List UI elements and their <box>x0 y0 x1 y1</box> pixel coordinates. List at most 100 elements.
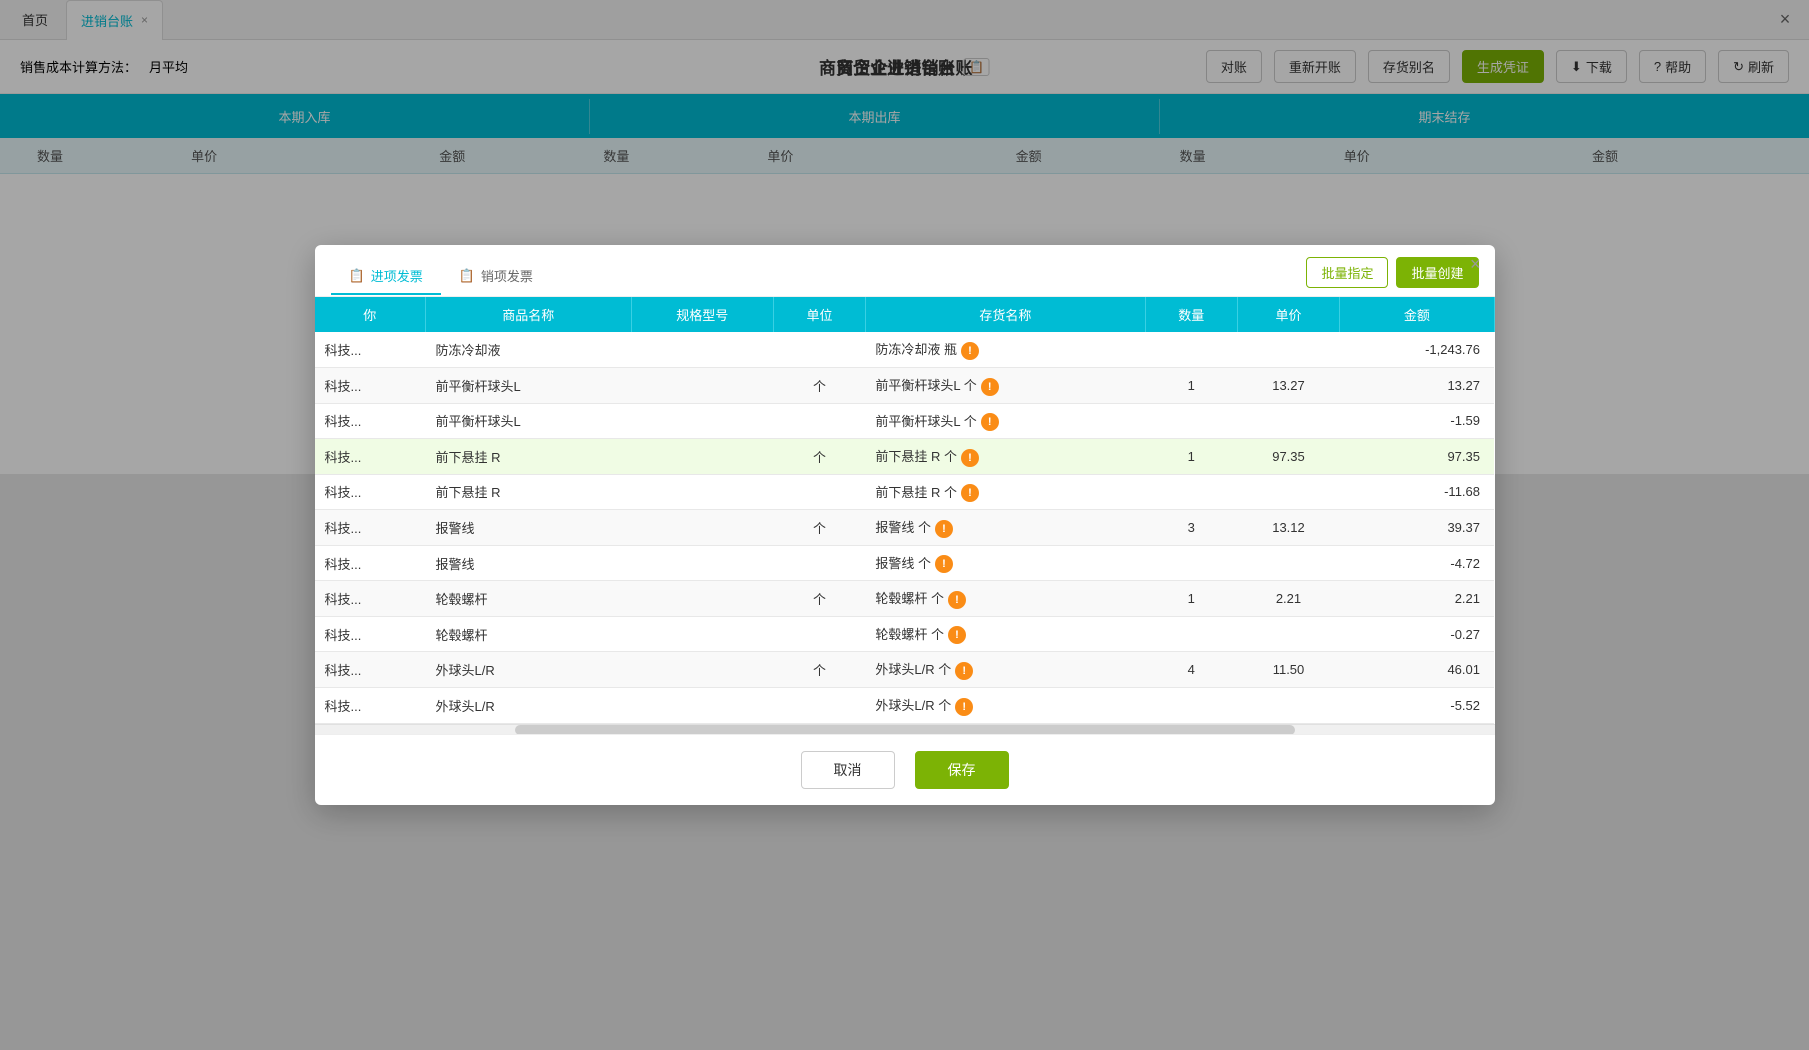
cell-spec <box>631 688 774 724</box>
tab2-label: 销项发票 <box>481 266 533 285</box>
col-header-unit: 单位 <box>774 297 866 332</box>
table-row: 科技... 前平衡杆球头L 前平衡杆球头L 个! -1.59 <box>315 403 1495 439</box>
cell-stock-name: 前平衡杆球头L 个! <box>865 367 1145 403</box>
warn-icon: ! <box>961 449 979 467</box>
cell-amount: -1,243.76 <box>1340 332 1494 367</box>
modal-overlay: 📋 进项发票 📋 销项发票 批量指定 批量创建 × 你 商品名称 规格型号 <box>0 0 1809 1050</box>
cell-stock-name: 外球头L/R 个! <box>865 688 1145 724</box>
tab-sales-invoice[interactable]: 📋 销项发票 <box>441 258 551 295</box>
cancel-button[interactable]: 取消 <box>801 751 895 789</box>
save-button[interactable]: 保存 <box>915 751 1009 789</box>
cell-qty <box>1145 332 1237 367</box>
cell-spec <box>631 581 774 617</box>
cell-qty <box>1145 545 1237 581</box>
tab1-label: 进项发票 <box>371 266 423 285</box>
col-header-amount: 金额 <box>1340 297 1494 332</box>
cell-stock-name: 报警线 个! <box>865 545 1145 581</box>
cell-stock-name: 防冻冷却液 瓶! <box>865 332 1145 367</box>
cell-product-name: 报警线 <box>426 510 632 546</box>
warn-icon: ! <box>955 698 973 716</box>
warn-icon: ! <box>981 378 999 396</box>
col-header-spec: 规格型号 <box>631 297 774 332</box>
cell-company: 科技... <box>315 367 426 403</box>
col-header-product-name: 商品名称 <box>426 297 632 332</box>
modal-header: 📋 进项发票 📋 销项发票 批量指定 批量创建 × <box>315 245 1495 297</box>
cell-unit: 个 <box>774 581 866 617</box>
col-header-stock-name: 存货名称 <box>865 297 1145 332</box>
cell-product-name: 前平衡杆球头L <box>426 367 632 403</box>
invoice-modal: 📋 进项发票 📋 销项发票 批量指定 批量创建 × 你 商品名称 规格型号 <box>315 245 1495 804</box>
cell-company: 科技... <box>315 581 426 617</box>
cell-company: 科技... <box>315 332 426 367</box>
batch-create-button[interactable]: 批量创建 <box>1396 257 1478 288</box>
cell-price: 11.50 <box>1237 652 1340 688</box>
cell-amount: -1.59 <box>1340 403 1494 439</box>
cell-unit <box>774 616 866 652</box>
cell-company: 科技... <box>315 474 426 510</box>
table-row: 科技... 防冻冷却液 防冻冷却液 瓶! -1,243.76 <box>315 332 1495 367</box>
table-row: 科技... 前平衡杆球头L 个 前平衡杆球头L 个! 1 13.27 13.27 <box>315 367 1495 403</box>
table-row: 科技... 轮毂螺杆 个 轮毂螺杆 个! 1 2.21 2.21 <box>315 581 1495 617</box>
tab2-icon: 📋 <box>459 268 475 284</box>
warn-icon: ! <box>935 520 953 538</box>
cell-spec <box>631 616 774 652</box>
col-header-qty: 数量 <box>1145 297 1237 332</box>
cell-stock-name: 外球头L/R 个! <box>865 652 1145 688</box>
modal-close-button[interactable]: × <box>1470 255 1481 273</box>
cell-amount: -4.72 <box>1340 545 1494 581</box>
cell-qty <box>1145 616 1237 652</box>
cell-product-name: 防冻冷却液 <box>426 332 632 367</box>
invoice-table: 你 商品名称 规格型号 单位 存货名称 数量 单价 金额 科技... 防冻冷却液… <box>315 297 1495 723</box>
cell-unit: 个 <box>774 367 866 403</box>
cell-price: 97.35 <box>1237 439 1340 475</box>
cell-qty <box>1145 403 1237 439</box>
cell-product-name: 前下悬挂 R <box>426 439 632 475</box>
cell-product-name: 报警线 <box>426 545 632 581</box>
batch-assign-button[interactable]: 批量指定 <box>1306 257 1388 288</box>
cell-unit <box>774 545 866 581</box>
warn-icon: ! <box>961 484 979 502</box>
cell-spec <box>631 367 774 403</box>
cell-stock-name: 报警线 个! <box>865 510 1145 546</box>
table-row: 科技... 前下悬挂 R 个 前下悬挂 R 个! 1 97.35 97.35 <box>315 439 1495 475</box>
cell-product-name: 轮毂螺杆 <box>426 581 632 617</box>
warn-icon: ! <box>955 662 973 680</box>
warn-icon: ! <box>948 591 966 609</box>
warn-icon: ! <box>948 626 966 644</box>
cell-company: 科技... <box>315 652 426 688</box>
cell-amount: 2.21 <box>1340 581 1494 617</box>
cell-spec <box>631 652 774 688</box>
modal-table-wrapper[interactable]: 你 商品名称 规格型号 单位 存货名称 数量 单价 金额 科技... 防冻冷却液… <box>315 297 1495 723</box>
cell-price <box>1237 403 1340 439</box>
warn-icon: ! <box>981 413 999 431</box>
cell-amount: -5.52 <box>1340 688 1494 724</box>
table-row: 科技... 报警线 个 报警线 个! 3 13.12 39.37 <box>315 510 1495 546</box>
cell-product-name: 前平衡杆球头L <box>426 403 632 439</box>
cell-product-name: 前下悬挂 R <box>426 474 632 510</box>
cell-company: 科技... <box>315 510 426 546</box>
cell-amount: 39.37 <box>1340 510 1494 546</box>
cell-qty: 3 <box>1145 510 1237 546</box>
cell-qty: 4 <box>1145 652 1237 688</box>
cell-unit <box>774 474 866 510</box>
cell-spec <box>631 545 774 581</box>
cell-amount: 97.35 <box>1340 439 1494 475</box>
cell-company: 科技... <box>315 545 426 581</box>
horizontal-scrollbar[interactable] <box>315 724 1495 734</box>
cell-spec <box>631 510 774 546</box>
cell-stock-name: 轮毂螺杆 个! <box>865 616 1145 652</box>
cell-amount: -11.68 <box>1340 474 1494 510</box>
cell-company: 科技... <box>315 616 426 652</box>
cell-amount: -0.27 <box>1340 616 1494 652</box>
table-row: 科技... 轮毂螺杆 轮毂螺杆 个! -0.27 <box>315 616 1495 652</box>
tab-purchase-invoice[interactable]: 📋 进项发票 <box>331 258 441 295</box>
cell-stock-name: 前下悬挂 R 个! <box>865 439 1145 475</box>
cell-price <box>1237 474 1340 510</box>
cell-qty: 1 <box>1145 439 1237 475</box>
cell-price <box>1237 332 1340 367</box>
warn-icon: ! <box>935 555 953 573</box>
modal-action-buttons: 批量指定 批量创建 <box>1306 257 1478 296</box>
cell-price: 2.21 <box>1237 581 1340 617</box>
cell-spec <box>631 332 774 367</box>
table-row: 科技... 外球头L/R 个 外球头L/R 个! 4 11.50 46.01 <box>315 652 1495 688</box>
